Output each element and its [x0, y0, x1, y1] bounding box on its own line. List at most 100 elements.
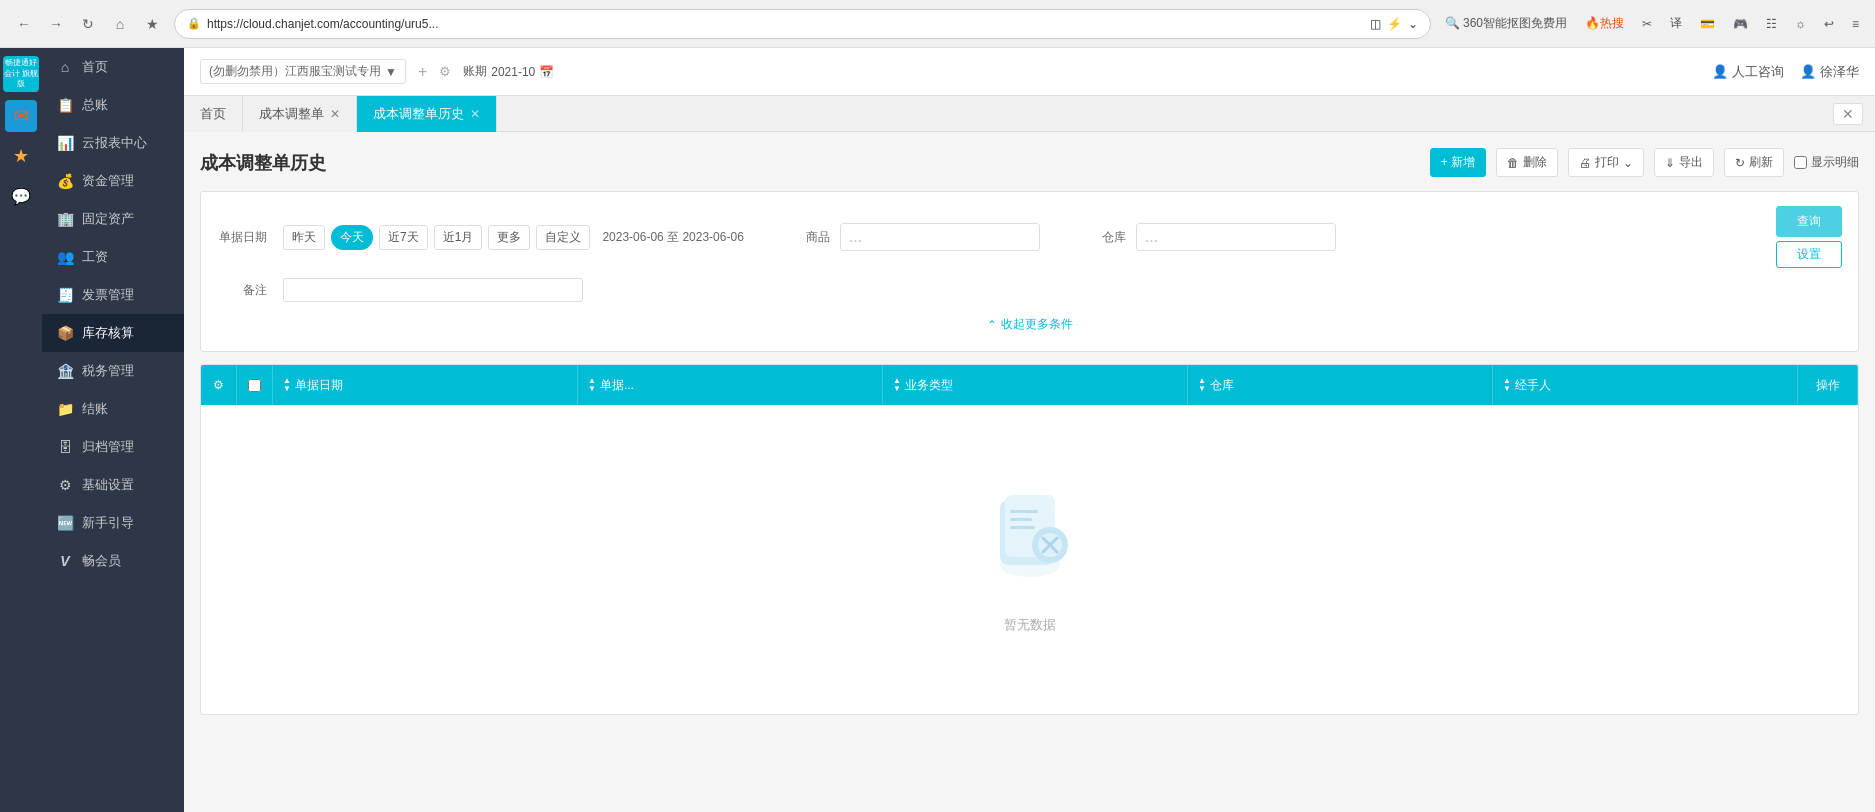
- print-button[interactable]: 🖨 打印 ⌄: [1568, 148, 1644, 177]
- brand-icon-notifications[interactable]: ✉: [5, 100, 37, 132]
- remark-input[interactable]: [283, 278, 583, 302]
- sidebar-item-guide[interactable]: 🆕 新手引导: [42, 504, 184, 542]
- th-handler[interactable]: ▲▼ 经手人: [1493, 365, 1798, 405]
- warehouse-selector[interactable]: ...: [1136, 223, 1336, 251]
- tax-icon: 🏦: [56, 363, 74, 379]
- add-company-btn[interactable]: +: [418, 63, 427, 81]
- sidebar-item-invoice[interactable]: 🧾 发票管理: [42, 276, 184, 314]
- sidebar-item-home[interactable]: ⌂ 首页: [42, 48, 184, 86]
- tab-cost-adjust-history-close[interactable]: ✕: [470, 107, 480, 121]
- th-checkbox[interactable]: [237, 365, 273, 405]
- th-settings[interactable]: ⚙: [201, 365, 237, 405]
- scissors-tool[interactable]: ✂: [1636, 15, 1658, 33]
- app-logo: 畅捷通好会计 旗舰版: [3, 56, 39, 92]
- th-date[interactable]: ▲▼ 单据日期: [273, 365, 578, 405]
- sidebar-item-settings[interactable]: ⚙ 基础设置: [42, 466, 184, 504]
- sidebar-item-label: 新手引导: [82, 514, 134, 532]
- search-tool[interactable]: 🔍 360智能抠图免费用: [1439, 13, 1573, 34]
- add-button[interactable]: + 新增: [1430, 148, 1486, 177]
- username: 徐泽华: [1820, 63, 1859, 81]
- date-btn-yesterday[interactable]: 昨天: [283, 225, 325, 250]
- delete-icon: 🗑: [1507, 156, 1519, 170]
- wallet-tool[interactable]: 💳: [1694, 15, 1721, 33]
- date-btn-7days[interactable]: 近7天: [379, 225, 428, 250]
- th-biz-type[interactable]: ▲▼ 业务类型: [883, 365, 1188, 405]
- sidebar-item-vip[interactable]: V 畅会员: [42, 542, 184, 580]
- user-profile[interactable]: 👤 徐泽华: [1800, 63, 1859, 81]
- sidebar-item-ledger[interactable]: 📋 总账: [42, 86, 184, 124]
- browser-chrome: ← → ↻ ⌂ ★ 🔒 https://cloud.chanjet.com/ac…: [0, 0, 1875, 48]
- date-btn-more[interactable]: 更多: [488, 225, 530, 250]
- refresh-button[interactable]: ↻ 刷新: [1724, 148, 1784, 177]
- show-detail-checkbox[interactable]: 显示明细: [1794, 154, 1859, 171]
- page-content: 成本调整单历史 + 新增 🗑 删除 🖨 打印 ⌄ ⇓ 导出: [184, 132, 1875, 812]
- collapse-arrow-icon: ⌃: [987, 318, 997, 332]
- sidebar-item-tax[interactable]: 🏦 税务管理: [42, 352, 184, 390]
- bookmark-button[interactable]: ★: [138, 10, 166, 38]
- tab-cost-adjust-history-label: 成本调整单历史: [373, 105, 464, 123]
- brand-icon-star[interactable]: ★: [5, 140, 37, 172]
- th-handler-label: 经手人: [1515, 377, 1551, 394]
- game-tool[interactable]: 🎮: [1727, 15, 1754, 33]
- select-all-checkbox[interactable]: [248, 379, 261, 392]
- brand-icon-chat[interactable]: 💬: [5, 180, 37, 212]
- sidebar-item-inventory[interactable]: 📦 库存核算: [42, 314, 184, 352]
- date-btn-1month[interactable]: 近1月: [434, 225, 483, 250]
- back-button[interactable]: ←: [10, 10, 38, 38]
- th-actions: 操作: [1798, 365, 1858, 405]
- refresh-button[interactable]: ↻: [74, 10, 102, 38]
- address-bar[interactable]: 🔒 https://cloud.chanjet.com/accounting/u…: [174, 9, 1431, 39]
- closing-icon: 📁: [56, 401, 74, 417]
- service-button[interactable]: 👤 人工咨询: [1712, 63, 1784, 81]
- tab-cost-adjust-history[interactable]: 成本调整单历史 ✕: [357, 96, 497, 132]
- remark-label: 备注: [217, 282, 267, 299]
- sidebar-item-closing[interactable]: 📁 结账: [42, 390, 184, 428]
- sidebar-item-fixed-assets[interactable]: 🏢 固定资产: [42, 200, 184, 238]
- translate-tool[interactable]: 译: [1664, 13, 1688, 34]
- goods-selector[interactable]: ...: [840, 223, 1040, 251]
- service-icon: 👤: [1712, 64, 1728, 79]
- export-button[interactable]: ⇓ 导出: [1654, 148, 1714, 177]
- brightness-tool[interactable]: ☼: [1789, 15, 1812, 33]
- sidebar-item-payroll[interactable]: 👥 工资: [42, 238, 184, 276]
- date-btn-custom[interactable]: 自定义: [536, 225, 590, 250]
- delete-button[interactable]: 🗑 删除: [1496, 148, 1558, 177]
- th-number-label: 单据...: [600, 377, 634, 394]
- th-number[interactable]: ▲▼ 单据...: [578, 365, 883, 405]
- sidebar-item-label: 固定资产: [82, 210, 134, 228]
- grid-tool[interactable]: ☷: [1760, 15, 1783, 33]
- sidebar-item-funds[interactable]: 💰 资金管理: [42, 162, 184, 200]
- sidebar-item-reports[interactable]: 📊 云报表中心: [42, 124, 184, 162]
- date-sort-icon: ▲▼: [283, 377, 291, 393]
- menu-tool[interactable]: ≡: [1846, 15, 1865, 33]
- tab-cost-adjust-close[interactable]: ✕: [330, 107, 340, 121]
- sidebar-item-archive[interactable]: 🗄 归档管理: [42, 428, 184, 466]
- th-date-label: 单据日期: [295, 377, 343, 394]
- user-icon: 👤: [1800, 64, 1816, 79]
- th-warehouse[interactable]: ▲▼ 仓库: [1188, 365, 1493, 405]
- tab-cost-adjust[interactable]: 成本调整单 ✕: [243, 96, 357, 132]
- tab-close-all[interactable]: ✕: [1833, 103, 1863, 125]
- collapse-button[interactable]: ⌃ 收起更多条件: [987, 312, 1073, 337]
- main-area: (勿删勿禁用）江西服宝测试专用 ▼ + ⚙ 账期 2021-10 📅 👤 人工咨…: [184, 48, 1875, 812]
- biztype-sort-icon: ▲▼: [893, 377, 901, 393]
- date-btn-today[interactable]: 今天: [331, 225, 373, 250]
- company-dropdown-icon: ▼: [385, 65, 397, 79]
- filter-settings-button[interactable]: 设置: [1776, 241, 1842, 268]
- hot-search[interactable]: 🔥热搜: [1579, 13, 1630, 34]
- warehouse-sort-icon: ▲▼: [1198, 377, 1206, 393]
- handler-sort-icon: ▲▼: [1503, 377, 1511, 393]
- tab-home[interactable]: 首页: [184, 96, 243, 132]
- forward-button[interactable]: →: [42, 10, 70, 38]
- undo-tool[interactable]: ↩: [1818, 15, 1840, 33]
- calendar-icon[interactable]: 📅: [539, 65, 554, 79]
- show-detail-input[interactable]: [1794, 156, 1807, 169]
- company-selector[interactable]: (勿删勿禁用）江西服宝测试专用 ▼: [200, 59, 406, 84]
- home-button[interactable]: ⌂: [106, 10, 134, 38]
- settings-gear-icon[interactable]: ⚙: [439, 64, 451, 79]
- table-header: ⚙ ▲▼ 单据日期 ▲▼ 单据... ▲▼ 业务类型: [201, 365, 1858, 405]
- table-container: ⚙ ▲▼ 单据日期 ▲▼ 单据... ▲▼ 业务类型: [200, 364, 1859, 715]
- print-dropdown-icon: ⌄: [1623, 156, 1633, 170]
- service-label: 人工咨询: [1732, 63, 1784, 81]
- query-button[interactable]: 查询: [1776, 206, 1842, 237]
